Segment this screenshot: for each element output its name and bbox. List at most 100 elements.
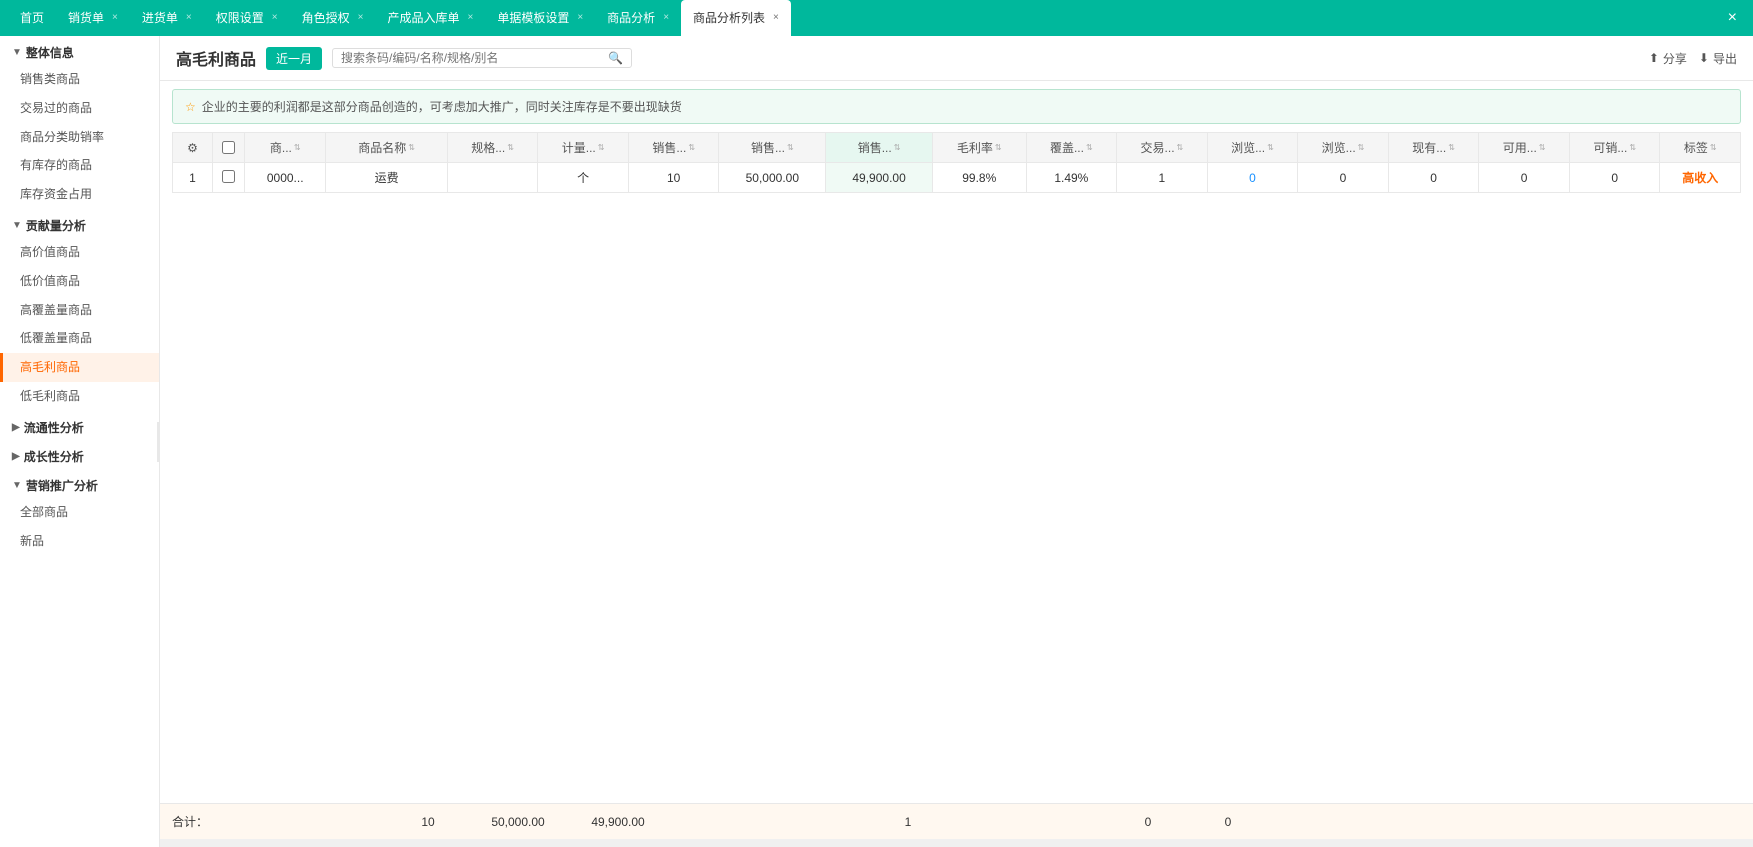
sort-icon: ⇅: [294, 143, 301, 152]
bottom-scrollbar[interactable]: [160, 839, 1753, 847]
col-spec-header[interactable]: 规格...⇅: [447, 133, 538, 163]
sort-icon-coverage: ⇅: [1086, 143, 1093, 152]
sidebar-item-low-coverage[interactable]: 低覆盖量商品: [0, 324, 159, 353]
sort-icon-sqty: ⇅: [688, 143, 695, 152]
settings-icon: ⚙: [187, 141, 198, 155]
nav-home[interactable]: 首页: [8, 0, 56, 36]
col-code-header[interactable]: 商...⇅: [245, 133, 326, 163]
nav-goods-analysis-list[interactable]: 商品分析列表 ×: [681, 0, 791, 36]
sidebar-group-growth[interactable]: ▶ 成长性分析: [0, 440, 159, 469]
total-current: 0: [1108, 815, 1188, 829]
sort-icon-available: ⇅: [1539, 143, 1546, 152]
close-purchase-order[interactable]: ×: [186, 0, 192, 36]
sidebar-item-stock-goods[interactable]: 有库存的商品: [0, 151, 159, 180]
total-empty-3: [768, 815, 868, 829]
cell-checkbox[interactable]: [213, 163, 245, 193]
total-empty-5: [1028, 815, 1108, 829]
nav-purchase-order[interactable]: 进货单 ×: [130, 0, 204, 36]
sidebar-item-traded-goods[interactable]: 交易过的商品: [0, 94, 159, 123]
info-text: 企业的主要的利润都是这部分商品创造的，可考虑加大推广，同时关注库存是不要出现缺货: [202, 98, 682, 115]
cell-transaction: 1: [1117, 163, 1208, 193]
sort-icon-name: ⇅: [408, 143, 415, 152]
info-icon: ☆: [185, 100, 196, 114]
sidebar-item-low-value[interactable]: 低价值商品: [0, 267, 159, 296]
footer-total: 合计： 10 50,000.00 49,900.00 1 0 0: [160, 803, 1753, 839]
sidebar-item-category-rate[interactable]: 商品分类助销率: [0, 123, 159, 152]
total-transaction: 1: [868, 815, 948, 829]
sidebar-item-stock-capital[interactable]: 库存资金占用: [0, 180, 159, 209]
sidebar-collapse-btn[interactable]: «: [157, 422, 160, 462]
sidebar-item-high-coverage[interactable]: 高覆盖量商品: [0, 296, 159, 325]
total-empty-4: [948, 815, 1028, 829]
sidebar-item-low-gross[interactable]: 低毛利商品: [0, 382, 159, 411]
sidebar-item-high-gross[interactable]: 高毛利商品: [0, 353, 159, 382]
table-wrapper[interactable]: ⚙ 商...⇅ 商品名称⇅ 规格...⇅: [160, 132, 1753, 803]
col-available-header[interactable]: 可用...⇅: [1479, 133, 1570, 163]
close-goods-analysis[interactable]: ×: [663, 0, 669, 36]
col-browse2-header[interactable]: 浏览...⇅: [1298, 133, 1389, 163]
col-unit-header[interactable]: 计量...⇅: [538, 133, 629, 163]
search-box: 🔍: [332, 48, 632, 68]
nav-template-settings[interactable]: 单据模板设置 ×: [485, 0, 595, 36]
col-sale-qty-header[interactable]: 销售...⇅: [628, 133, 719, 163]
sort-icon-spec: ⇅: [507, 143, 514, 152]
col-name-header[interactable]: 商品名称⇅: [326, 133, 447, 163]
nav-sales-order[interactable]: 销货单 ×: [56, 0, 130, 36]
sidebar-group-marketing[interactable]: ▼ 营销推广分析: [0, 469, 159, 498]
close-permission[interactable]: ×: [272, 0, 278, 36]
close-goods-analysis-list[interactable]: ×: [773, 0, 779, 36]
select-all-checkbox[interactable]: [222, 141, 235, 154]
sort-icon-current: ⇅: [1448, 143, 1455, 152]
sidebar-group-contribution[interactable]: ▼ 贡献量分析: [0, 209, 159, 238]
close-role-auth[interactable]: ×: [358, 0, 364, 36]
sidebar-group-flow[interactable]: ▶ 流通性分析: [0, 411, 159, 440]
search-icon[interactable]: 🔍: [608, 51, 623, 65]
nav-role-auth[interactable]: 角色授权 ×: [290, 0, 376, 36]
close-sales-order[interactable]: ×: [112, 0, 118, 36]
nav-permission[interactable]: 权限设置 ×: [204, 0, 290, 36]
total-empty-2: [668, 815, 768, 829]
col-saleable-header[interactable]: 可销...⇅: [1569, 133, 1660, 163]
close-template-settings[interactable]: ×: [577, 0, 583, 36]
chevron-down-icon-3: ▼: [12, 480, 22, 491]
nav-goods-analysis[interactable]: 商品分析 ×: [595, 0, 681, 36]
chevron-right-icon-2: ▶: [12, 451, 20, 462]
sidebar-item-all-goods[interactable]: 全部商品: [0, 498, 159, 527]
total-label: 合计：: [172, 813, 208, 830]
global-close-button[interactable]: ×: [1720, 9, 1745, 27]
nav-product-in[interactable]: 产成品入库单 ×: [375, 0, 485, 36]
col-sale-amount-header[interactable]: 销售...⇅: [719, 133, 826, 163]
export-button[interactable]: ⬇ 导出: [1699, 50, 1737, 67]
share-button[interactable]: ⬆ 分享: [1649, 50, 1687, 67]
sidebar-group-overview[interactable]: ▼ 整体信息: [0, 36, 159, 65]
sidebar-item-high-value[interactable]: 高价值商品: [0, 238, 159, 267]
sidebar-item-new-goods[interactable]: 新品: [0, 527, 159, 556]
col-tag-header[interactable]: 标签⇅: [1660, 133, 1741, 163]
col-browse1-header[interactable]: 浏览...⇅: [1207, 133, 1298, 163]
col-gross-rate-header[interactable]: 毛利率⇅: [932, 133, 1026, 163]
cell-unit: 个: [538, 163, 629, 193]
row-checkbox[interactable]: [222, 170, 235, 183]
col-transaction-header[interactable]: 交易...⇅: [1117, 133, 1208, 163]
sort-icon-transaction: ⇅: [1177, 143, 1184, 152]
col-checkbox-header[interactable]: [213, 133, 245, 163]
cell-browse1[interactable]: 0: [1207, 163, 1298, 193]
cell-current: 0: [1388, 163, 1479, 193]
cell-sale-qty: 10: [628, 163, 719, 193]
col-coverage-header[interactable]: 覆盖...⇅: [1026, 133, 1117, 163]
col-current-header[interactable]: 现有...⇅: [1388, 133, 1479, 163]
chevron-right-icon: ▶: [12, 422, 20, 433]
cell-coverage: 1.49%: [1026, 163, 1117, 193]
time-filter-button[interactable]: 近一月: [266, 47, 322, 70]
col-sale-profit-header[interactable]: 销售...⇅: [826, 133, 933, 163]
sidebar-item-sales-goods[interactable]: 销售类商品: [0, 65, 159, 94]
col-settings[interactable]: ⚙: [173, 133, 213, 163]
cell-sale-amount: 50,000.00: [719, 163, 826, 193]
table-header-row: ⚙ 商...⇅ 商品名称⇅ 规格...⇅: [173, 133, 1741, 163]
search-input[interactable]: [341, 51, 604, 65]
browse1-link[interactable]: 0: [1249, 171, 1256, 185]
top-nav: 首页 销货单 × 进货单 × 权限设置 × 角色授权 × 产成品入库单 × 单据…: [0, 0, 1753, 36]
close-product-in[interactable]: ×: [467, 0, 473, 36]
header-actions: ⬆ 分享 ⬇ 导出: [1649, 50, 1737, 67]
cell-code: 0000...: [245, 163, 326, 193]
